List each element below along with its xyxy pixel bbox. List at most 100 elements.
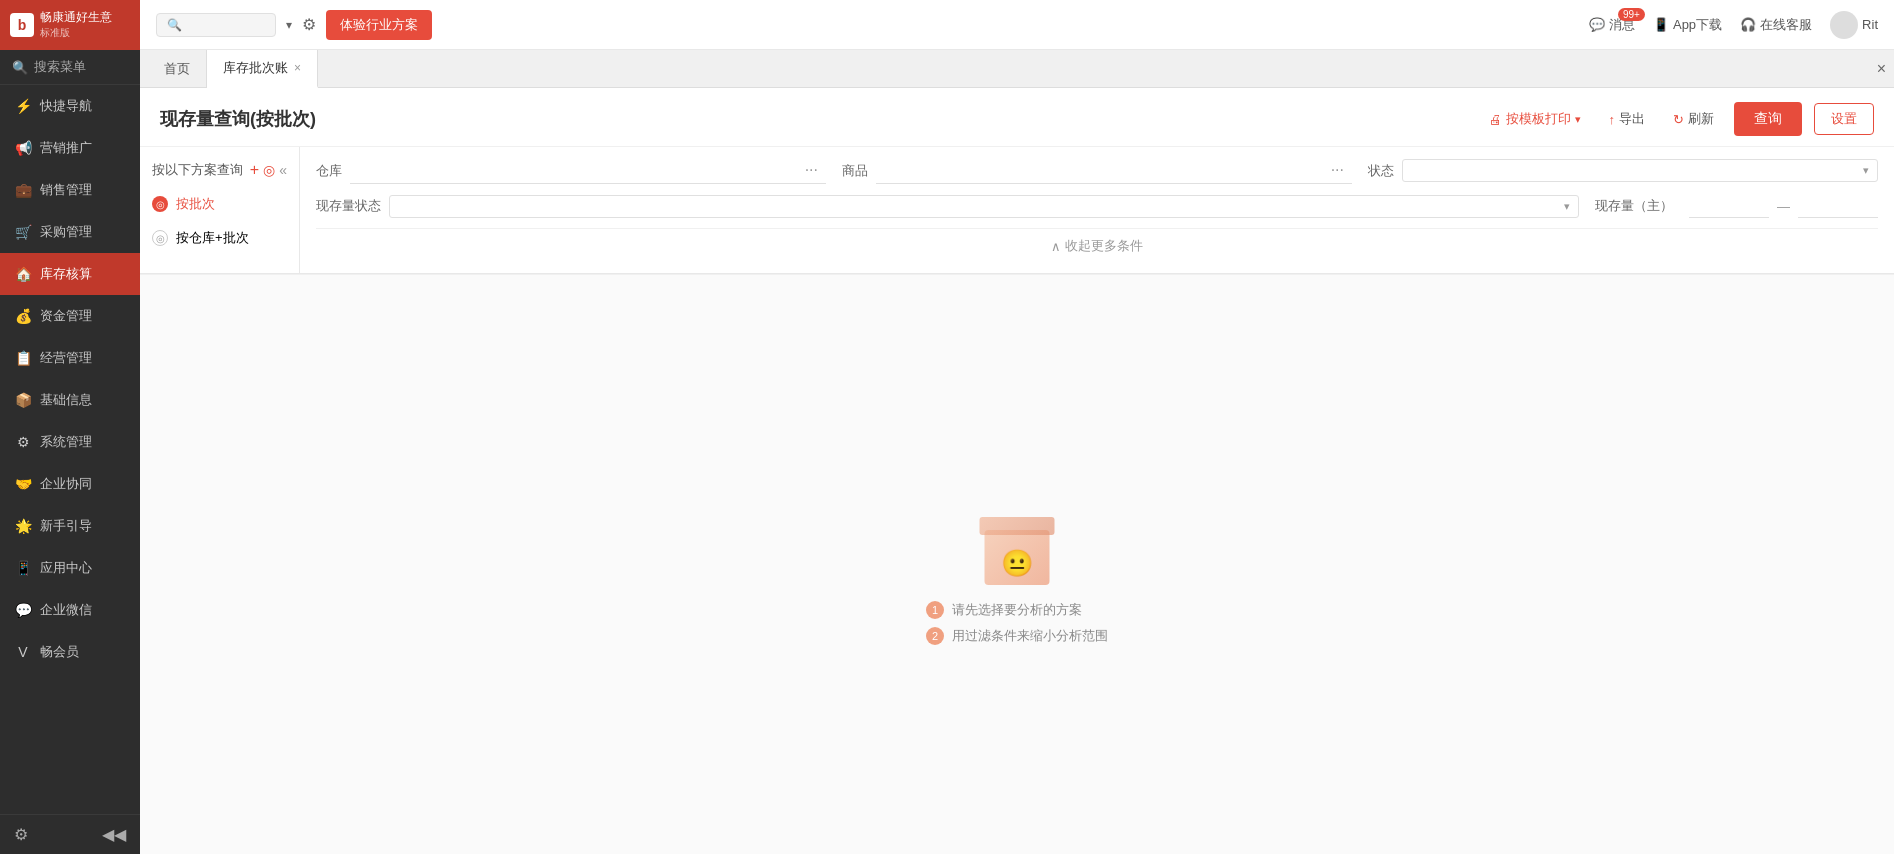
appcenter-icon: 📱 <box>14 559 32 577</box>
headset-icon: 🎧 <box>1740 17 1756 32</box>
query-button[interactable]: 查询 <box>1734 102 1802 136</box>
system-icon: ⚙ <box>14 433 32 451</box>
sidebar-item-quicknav[interactable]: ⚡ 快捷导航 <box>0 85 140 127</box>
inventory-status-filter: 现存量状态 ▾ <box>316 195 1579 218</box>
settings-button[interactable]: 设置 <box>1814 103 1874 135</box>
inventory-status-select[interactable]: ▾ <box>389 195 1579 218</box>
empty-state: 😐 1 请先选择要分析的方案 2 用过滤条件来缩小分析范围 <box>140 275 1894 854</box>
brand-name: 畅康通好生意 <box>40 10 112 26</box>
sidebar-item-system[interactable]: ⚙ 系统管理 <box>0 421 140 463</box>
product-filter: 商品 ··· <box>842 157 1352 184</box>
refresh-icon: ↻ <box>1673 112 1684 127</box>
sidebar-item-label: 企业协同 <box>40 475 92 493</box>
status-chevron-icon: ▾ <box>1863 164 1869 177</box>
sidebar-footer: ⚙ ◀◀ <box>0 814 140 854</box>
topbar-right: 💬 消息 99+ 📱 App下载 🎧 在线客服 Rit <box>1589 11 1878 39</box>
sidebar-item-purchase[interactable]: 🛒 采购管理 <box>0 211 140 253</box>
user-avatar <box>1830 11 1858 39</box>
sidebar-item-inventory[interactable]: 🏠 库存核算 <box>0 253 140 295</box>
active-scheme-dot: ◎ <box>152 196 168 212</box>
sidebar-item-basic[interactable]: 📦 基础信息 <box>0 379 140 421</box>
app-download-icon: 📱 <box>1653 17 1669 32</box>
topbar-dropdown[interactable]: ▾ <box>286 18 292 32</box>
sidebar-item-enterprise[interactable]: 🤝 企业协同 <box>0 463 140 505</box>
inventory-qty-label: 现存量（主） <box>1595 197 1673 215</box>
sidebar-item-label: 系统管理 <box>40 433 92 451</box>
tab-inventory-batch[interactable]: 库存批次账 × <box>207 50 318 88</box>
warehouse-input[interactable]: ··· <box>350 157 826 184</box>
empty-illustration: 😐 <box>967 485 1067 585</box>
tab-close-icon[interactable]: × <box>294 62 301 74</box>
scheme-item-0[interactable]: ◎ 按批次 <box>140 187 299 221</box>
sidebar-item-label: 销售管理 <box>40 181 92 199</box>
edition-label: 标准版 <box>40 26 112 40</box>
search-icon: 🔍 <box>12 60 28 75</box>
settings-icon[interactable]: ⚙ <box>14 825 28 844</box>
sidebar-item-sales[interactable]: 💼 销售管理 <box>0 169 140 211</box>
sidebar-item-label: 营销推广 <box>40 139 92 157</box>
sidebar-item-newbie[interactable]: 🌟 新手引导 <box>0 505 140 547</box>
basic-icon: 📦 <box>14 391 32 409</box>
sidebar-item-label: 采购管理 <box>40 223 92 241</box>
status-select[interactable]: ▾ <box>1402 159 1878 182</box>
messages-item[interactable]: 💬 消息 99+ <box>1589 16 1635 34</box>
print-dropdown-icon[interactable]: ▾ <box>1575 113 1581 126</box>
filter-right: 仓库 ··· 商品 ··· 状态 <box>300 147 1894 273</box>
inventory-status-label: 现存量状态 <box>316 197 381 215</box>
topbar-gear-icon[interactable]: ⚙ <box>302 15 316 34</box>
refresh-button[interactable]: ↻ 刷新 <box>1665 106 1722 132</box>
inventory-status-chevron: ▾ <box>1564 200 1570 213</box>
tabbar-right: × <box>1877 60 1886 78</box>
sidebar-search[interactable]: 🔍 搜索菜单 <box>0 50 140 85</box>
logo-icon: b <box>10 13 34 37</box>
tip-text-1: 请先选择要分析的方案 <box>952 601 1082 619</box>
tip-num-1: 1 <box>926 601 944 619</box>
sidebar-item-finance[interactable]: 💰 资金管理 <box>0 295 140 337</box>
add-scheme-icon[interactable]: + <box>250 161 259 179</box>
sidebar-item-appcenter[interactable]: 📱 应用中心 <box>0 547 140 589</box>
sidebar-item-label: 资金管理 <box>40 307 92 325</box>
scheme-item-1[interactable]: ◎ 按仓库+批次 <box>140 221 299 255</box>
product-input[interactable]: ··· <box>876 157 1352 184</box>
tip-num-2: 2 <box>926 627 944 645</box>
newbie-icon: 🌟 <box>14 517 32 535</box>
filter-row-1: 仓库 ··· 商品 ··· 状态 <box>316 157 1878 184</box>
scheme-label-1: 按仓库+批次 <box>176 229 249 247</box>
status-filter: 状态 ▾ <box>1368 159 1878 182</box>
export-icon: ↑ <box>1609 112 1616 127</box>
export-button[interactable]: ↑ 导出 <box>1601 106 1654 132</box>
active-tab-label: 库存批次账 <box>223 59 288 77</box>
sidebar-item-wechat[interactable]: 💬 企业微信 <box>0 589 140 631</box>
scheme-panel-title: 按以下方案查询 <box>152 161 243 179</box>
sidebar-collapse-icon[interactable]: ◀◀ <box>102 825 126 844</box>
app-download-item[interactable]: 📱 App下载 <box>1653 16 1722 34</box>
page-title: 现存量查询(按批次) <box>160 107 316 131</box>
product-dots[interactable]: ··· <box>1331 161 1344 179</box>
export-label: 导出 <box>1619 110 1645 128</box>
content-area: 现存量查询(按批次) 🖨 按模板打印 ▾ ↑ 导出 ↻ 刷新 查询 设置 <box>140 88 1894 854</box>
refresh-label: 刷新 <box>1688 110 1714 128</box>
sidebar-item-marketing[interactable]: 📢 营销推广 <box>0 127 140 169</box>
topbar-search-box[interactable]: 🔍 <box>156 13 276 37</box>
print-button[interactable]: 🖨 按模板打印 ▾ <box>1481 106 1589 132</box>
online-service-item[interactable]: 🎧 在线客服 <box>1740 16 1812 34</box>
sidebar-item-vip[interactable]: V 畅会员 <box>0 631 140 673</box>
wechat-icon: 💬 <box>14 601 32 619</box>
page-actions: 🖨 按模板打印 ▾ ↑ 导出 ↻ 刷新 查询 设置 <box>1481 102 1875 136</box>
trial-button[interactable]: 体验行业方案 <box>326 10 432 40</box>
sidebar: b 畅康通好生意 标准版 🔍 搜索菜单 ⚡ 快捷导航 📢 营销推广 💼 销售管理… <box>0 0 140 854</box>
topbar: 🔍 ▾ ⚙ 体验行业方案 💬 消息 99+ 📱 App下载 🎧 在线客服 Rit <box>140 0 1894 50</box>
tabbar: 首页 库存批次账 × × <box>140 50 1894 88</box>
inventory-qty-min-input[interactable] <box>1689 194 1769 218</box>
box-lid <box>980 517 1055 535</box>
page-close-icon[interactable]: × <box>1877 60 1886 78</box>
tab-home[interactable]: 首页 <box>148 50 207 88</box>
scheme-settings-icon[interactable]: ◎ <box>263 162 275 178</box>
scheme-collapse-icon[interactable]: « <box>279 162 287 178</box>
collapse-button[interactable]: ∧ 收起更多条件 <box>316 228 1878 263</box>
user-item[interactable]: Rit <box>1830 11 1878 39</box>
logo-letter: b <box>18 17 27 33</box>
inventory-qty-max-input[interactable] <box>1798 194 1878 218</box>
sidebar-item-operations[interactable]: 📋 经营管理 <box>0 337 140 379</box>
warehouse-dots[interactable]: ··· <box>805 161 818 179</box>
